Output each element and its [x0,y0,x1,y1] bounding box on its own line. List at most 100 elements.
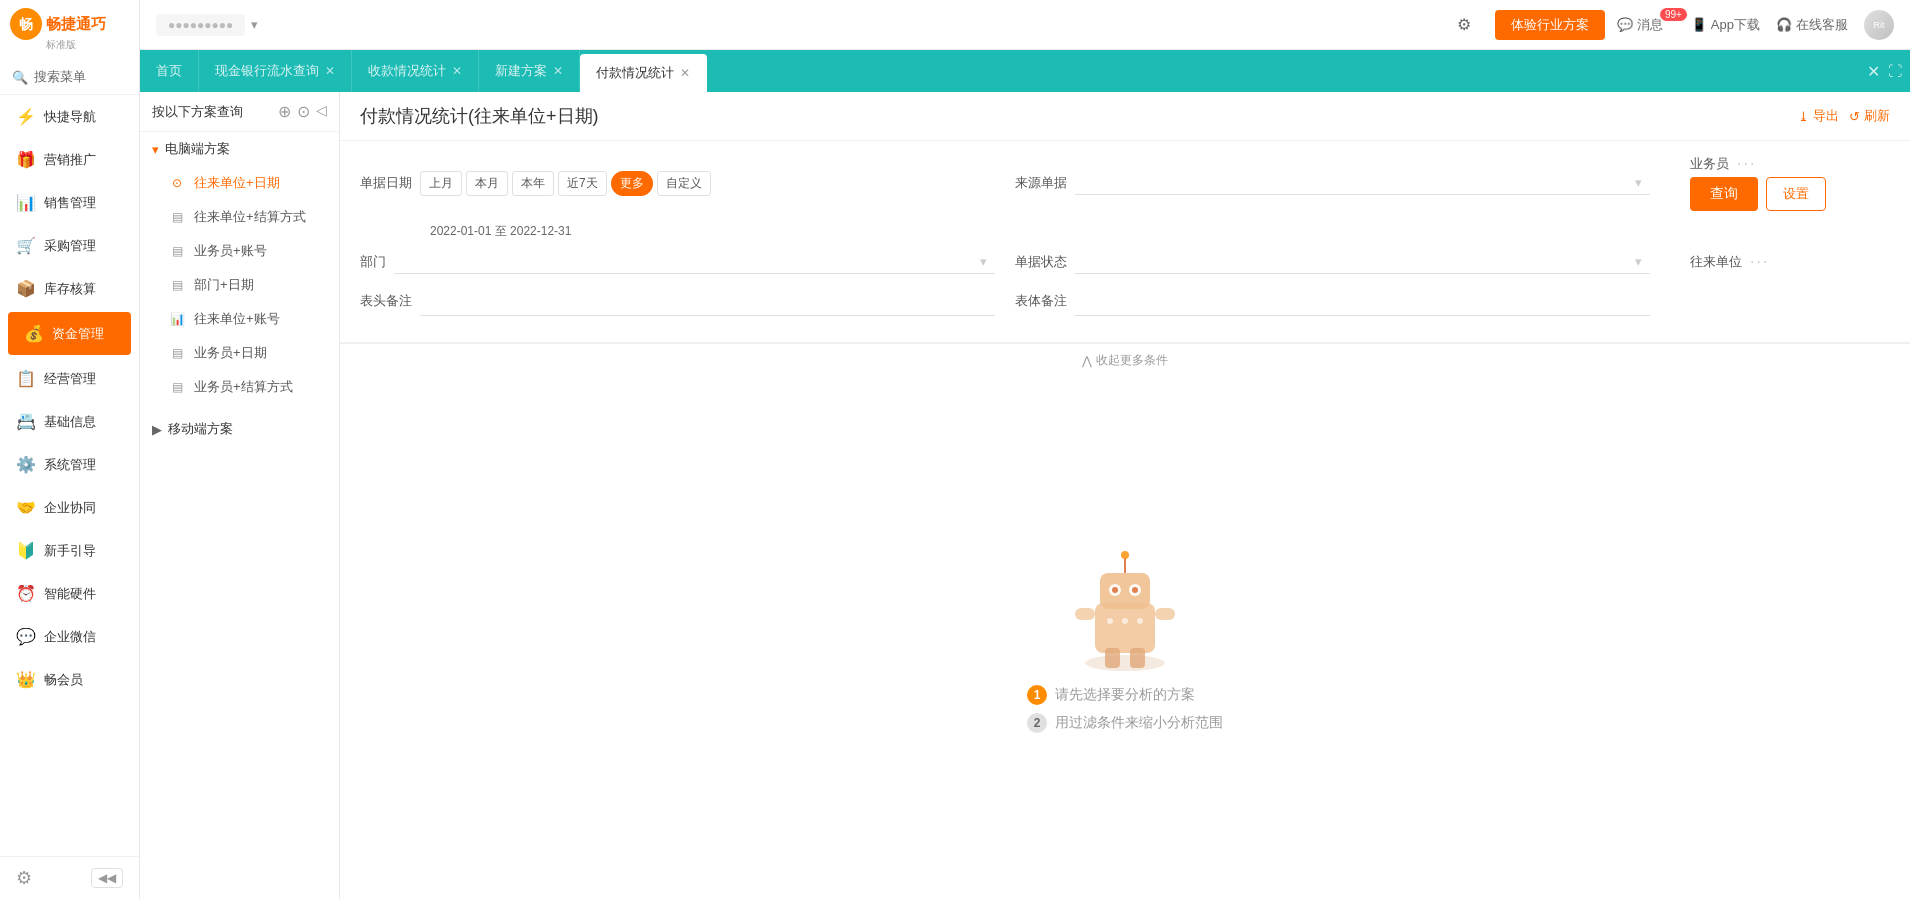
sidebar-item-inventory[interactable]: 📦 库存核算 [0,267,139,310]
tab-payment-stats[interactable]: 付款情况统计 ✕ [580,54,707,92]
empty-state: 1 请先选择要分析的方案 2 用过滤条件来缩小分析范围 [340,377,1910,899]
settings-gear-icon[interactable]: ⚙ [16,867,32,889]
bill-status-filter-col: 单据状态 ▾ [1015,250,1670,274]
scheme-item-dept-date[interactable]: ▤ 部门+日期 [140,268,339,302]
sidebar-item-system[interactable]: ⚙️ 系统管理 [0,443,139,486]
sidebar-item-finance[interactable]: 💰 资金管理 [8,312,131,355]
sidebar-item-member[interactable]: 👑 畅会员 [0,658,139,701]
svg-rect-11 [1075,608,1095,620]
date-btn-7days[interactable]: 近7天 [558,171,607,196]
scheme-item-salesman-settle[interactable]: ▤ 业务员+结算方式 [140,370,339,404]
date-btn-custom[interactable]: 自定义 [657,171,711,196]
address-text: ●●●●●●●●● [156,14,245,36]
topbar: ●●●●●●●●● ▾ ⚙ 体验行业方案 💬 消息 99+ 📱 App下载 🎧 … [140,0,1910,50]
scheme-item-counterpart-date[interactable]: ⊙ 往来单位+日期 [140,166,339,200]
sidebar-item-hardware[interactable]: ⏰ 智能硬件 [0,572,139,615]
svg-rect-14 [1130,648,1145,668]
logo-area: 畅 畅捷通巧 标准版 [0,0,139,60]
content-area: 按以下方案查询 ⊕ ⊙ ◁ ▾ 电脑端方案 ⊙ 往来单位+日期 ▤ 往来单位+结… [140,92,1910,899]
mobile-scheme-section[interactable]: ▶ 移动端方案 [140,412,339,446]
sidebar-collapse-btn[interactable]: ◀◀ [91,868,123,888]
sidebar-item-label: 智能硬件 [44,585,96,603]
bill-status-select[interactable]: ▾ [1075,250,1650,274]
header-note-label: 表头备注 [360,292,412,310]
sidebar-item-purchase[interactable]: 🛒 采购管理 [0,224,139,267]
sidebar-item-sales[interactable]: 📊 销售管理 [0,181,139,224]
date-btn-more[interactable]: 更多 [611,171,653,196]
scheme-collapse-btn[interactable]: ◁ [316,102,327,121]
scheme-item-label: 业务员+日期 [194,344,267,362]
tab-maximize-btn[interactable]: ⛶ [1888,63,1902,79]
export-btn[interactable]: ⤓ 导出 [1798,107,1839,125]
filter-row-2: 部门 ▾ 单据状态 ▾ 往来单位 [360,250,1890,274]
tab-payment-stats-close[interactable]: ✕ [680,66,690,80]
dept-filter-col: 部门 ▾ [360,250,1015,274]
sidebar-item-wechat[interactable]: 💬 企业微信 [0,615,139,658]
search-icon: 🔍 [12,70,28,85]
date-btn-last-month[interactable]: 上月 [420,171,462,196]
online-service[interactable]: 🎧 在线客服 [1776,16,1848,34]
payment-stats-label: 付款情况统计 [596,64,674,82]
scheme-item-salesman-date[interactable]: ▤ 业务员+日期 [140,336,339,370]
body-note-col: 表体备注 [1015,286,1670,316]
tab-collection-stats-close[interactable]: ✕ [452,64,462,78]
collapse-bar[interactable]: ⋀ 收起更多条件 [340,343,1910,377]
refresh-btn[interactable]: ↺ 刷新 [1849,107,1890,125]
tab-home[interactable]: 首页 [140,50,199,92]
scheme-settings-btn[interactable]: ⊙ [297,102,310,121]
body-note-input[interactable] [1075,286,1650,316]
counterpart-dots-btn[interactable]: ··· [1750,253,1769,271]
scheme-header-text: 按以下方案查询 [152,103,243,121]
sidebar-item-guide[interactable]: 🔰 新手引导 [0,529,139,572]
sidebar-item-label: 快捷导航 [44,108,96,126]
svg-point-2 [1085,655,1165,671]
logo-edition: 标准版 [46,38,76,52]
scheme-item-counterpart-settle[interactable]: ▤ 往来单位+结算方式 [140,200,339,234]
quick-nav-icon: ⚡ [16,107,36,126]
query-btn[interactable]: 查询 [1690,177,1758,211]
sidebar-search[interactable]: 🔍 搜索菜单 [0,60,139,95]
source-select[interactable]: ▾ [1075,171,1650,195]
address-dropdown-icon[interactable]: ▾ [251,17,258,32]
table-icon-5: ▤ [168,378,186,396]
sidebar-item-operations[interactable]: 📋 经营管理 [0,357,139,400]
messages-label: 消息 [1637,16,1663,34]
desktop-scheme-section[interactable]: ▾ 电脑端方案 [140,132,339,166]
scheme-item-salesman-account[interactable]: ▤ 业务员+账号 [140,234,339,268]
bill-status-label: 单据状态 [1015,253,1067,271]
refresh-icon: ↺ [1849,109,1860,124]
date-options: 上月 本月 本年 近7天 更多 自定义 [420,171,711,196]
add-scheme-btn[interactable]: ⊕ [278,102,291,121]
header-note-input[interactable] [420,286,995,316]
sidebar-item-marketing[interactable]: 🎁 营销推广 [0,138,139,181]
date-btn-this-year[interactable]: 本年 [512,171,554,196]
salesman-dots-btn[interactable]: ··· [1737,155,1756,173]
scheme-item-label: 部门+日期 [194,276,254,294]
messages-badge[interactable]: 💬 消息 99+ [1617,16,1675,34]
scheme-item-counterpart-account[interactable]: 📊 往来单位+账号 [140,302,339,336]
user-avatar[interactable]: Rit [1864,10,1894,40]
trial-btn[interactable]: 体验行业方案 [1495,10,1605,40]
dept-select[interactable]: ▾ [394,250,995,274]
tab-close-all-btn[interactable]: ✕ [1867,62,1880,81]
tab-new-scheme-close[interactable]: ✕ [553,64,563,78]
sidebar-item-quick-nav[interactable]: ⚡ 快捷导航 [0,95,139,138]
sidebar-item-enterprise[interactable]: 🤝 企业协同 [0,486,139,529]
tab-new-scheme[interactable]: 新建方案 ✕ [479,50,580,92]
table-icon-4: ▤ [168,344,186,362]
radio-icon: ⊙ [168,174,186,192]
search-label: 搜索菜单 [34,68,86,86]
marketing-icon: 🎁 [16,150,36,169]
tab-collection-stats[interactable]: 收款情况统计 ✕ [352,50,479,92]
tab-bank-flow-close[interactable]: ✕ [325,64,335,78]
avatar-text: Rit [1874,20,1885,30]
tab-bank-flow[interactable]: 现金银行流水查询 ✕ [199,50,352,92]
sidebar-item-basic-info[interactable]: 📇 基础信息 [0,400,139,443]
scheme-item-label: 往来单位+日期 [194,174,280,192]
date-btn-this-month[interactable]: 本月 [466,171,508,196]
tabbar-actions: ✕ ⛶ [1867,62,1910,81]
purchase-icon: 🛒 [16,236,36,255]
app-download[interactable]: 📱 App下载 [1691,16,1760,34]
settings-btn[interactable]: ⚙ [1445,11,1483,38]
setting-btn[interactable]: 设置 [1766,177,1826,211]
